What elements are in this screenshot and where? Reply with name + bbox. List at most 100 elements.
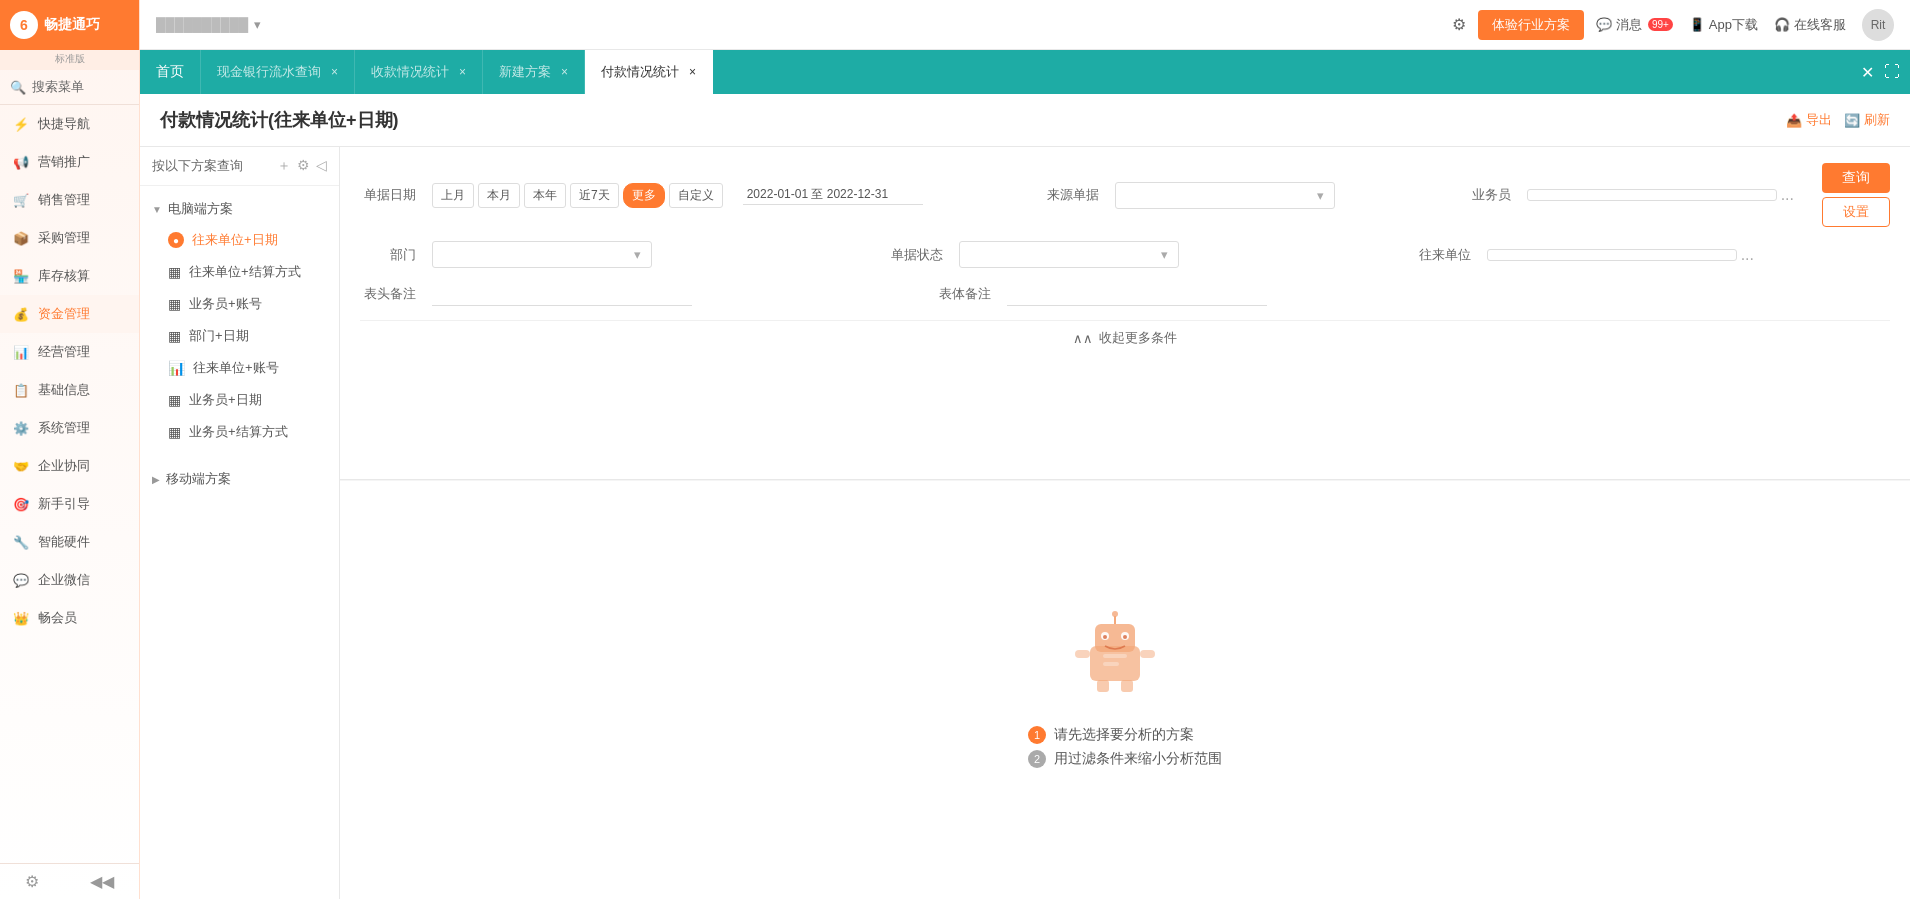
empty-tip-2: 2 用过滤条件来缩小分析范围 xyxy=(1028,750,1222,768)
refresh-button[interactable]: 🔄 刷新 xyxy=(1844,111,1890,129)
sidebar-item-operation[interactable]: 📊 经营管理 xyxy=(0,333,139,371)
tab-payment[interactable]: 付款情况统计 × xyxy=(585,50,713,94)
header-note-label: 表头备注 xyxy=(360,285,416,303)
tab-bank[interactable]: 现金银行流水查询 × xyxy=(201,50,355,94)
inventory-icon: 🏪 xyxy=(12,267,30,285)
sidebar-item-label: 营销推广 xyxy=(38,153,90,171)
tab-new-scheme-close[interactable]: × xyxy=(561,65,568,79)
filter-row-1: 单据日期 上月 本月 本年 近7天 更多 自定义 来源单据 xyxy=(360,163,1890,227)
tab-bank-label: 现金银行流水查询 xyxy=(217,63,321,81)
tab-collection-label: 收款情况统计 xyxy=(371,63,449,81)
query-button[interactable]: 查询 xyxy=(1822,163,1890,193)
sidebar-item-enterprise[interactable]: 🤝 企业协同 xyxy=(0,447,139,485)
scheme-item-unit-date[interactable]: ● 往来单位+日期 xyxy=(140,224,339,256)
app-download-action[interactable]: 📱 App下载 xyxy=(1689,16,1758,34)
scheme-item-staff-date[interactable]: ▦ 业务员+日期 xyxy=(140,384,339,416)
sidebar-item-quick-nav[interactable]: ⚡ 快捷导航 xyxy=(0,105,139,143)
dept-arrow-icon: ▾ xyxy=(634,247,641,262)
filter-settings-button[interactable]: 设置 xyxy=(1822,197,1890,227)
dept-select[interactable]: ▾ xyxy=(432,241,652,268)
settings-bottom-icon[interactable]: ⚙ xyxy=(25,872,39,891)
scheme-collapse-icon[interactable]: ◁ xyxy=(316,157,327,175)
sidebar-item-label: 畅会员 xyxy=(38,609,77,627)
scheme-item-unit-settle[interactable]: ▦ 往来单位+结算方式 xyxy=(140,256,339,288)
scheme-panel-icons: ＋ ⚙ ◁ xyxy=(277,157,327,175)
scheme-add-icon[interactable]: ＋ xyxy=(277,157,291,175)
main-area: ██████████ ▾ ⚙ 体验行业方案 💬 消息 99+ 📱 App下载 🎧… xyxy=(140,0,1910,899)
sidebar-item-sales[interactable]: 🛒 销售管理 xyxy=(0,181,139,219)
user-avatar[interactable]: Rit xyxy=(1862,9,1894,41)
date-last-month[interactable]: 上月 xyxy=(432,183,474,208)
staff-select[interactable] xyxy=(1527,189,1777,201)
sidebar-item-guide[interactable]: 🎯 新手引导 xyxy=(0,485,139,523)
tab-home[interactable]: 首页 xyxy=(140,50,201,94)
body-note-input[interactable] xyxy=(1007,282,1267,306)
header-note-input[interactable] xyxy=(432,282,692,306)
scheme-desktop-toggle[interactable]: ▼ 电脑端方案 xyxy=(140,194,339,224)
scheme-item-dept-date[interactable]: ▦ 部门+日期 xyxy=(140,320,339,352)
tab-fullscreen-icon[interactable]: ⛶ xyxy=(1884,63,1900,81)
sidebar-item-label: 采购管理 xyxy=(38,229,90,247)
page-header: 付款情况统计(往来单位+日期) 📤 导出 🔄 刷新 xyxy=(140,94,1910,147)
messages-action[interactable]: 💬 消息 99+ xyxy=(1596,16,1673,34)
operation-icon: 📊 xyxy=(12,343,30,361)
sidebar-item-hardware[interactable]: 🔧 智能硬件 xyxy=(0,523,139,561)
svg-point-7 xyxy=(1112,611,1118,617)
date-this-year[interactable]: 本年 xyxy=(524,183,566,208)
date-7days[interactable]: 近7天 xyxy=(570,183,619,208)
collapse-filter-button[interactable]: ∧∧ 收起更多条件 xyxy=(360,320,1890,355)
breadcrumb-blurred: ██████████ xyxy=(156,17,248,32)
robot-svg xyxy=(1065,606,1165,706)
scheme-settings-icon[interactable]: ⚙ xyxy=(297,157,310,175)
source-label: 来源单据 xyxy=(1043,186,1099,204)
scheme-panel-title: 按以下方案查询 xyxy=(152,157,243,175)
tab-payment-close[interactable]: × xyxy=(689,65,696,79)
tab-new-scheme[interactable]: 新建方案 × xyxy=(483,50,585,94)
topbar-settings-icon[interactable]: ⚙ xyxy=(1452,15,1466,34)
svg-rect-13 xyxy=(1103,662,1119,666)
date-this-month[interactable]: 本月 xyxy=(478,183,520,208)
trial-button[interactable]: 体验行业方案 xyxy=(1478,10,1584,40)
tab-collection[interactable]: 收款情况统计 × xyxy=(355,50,483,94)
sidebar-item-vip[interactable]: 👑 畅会员 xyxy=(0,599,139,637)
staff-dots[interactable]: ... xyxy=(1781,186,1794,204)
purchase-icon: 📦 xyxy=(12,229,30,247)
message-label: 消息 xyxy=(1616,16,1642,34)
source-select[interactable]: ▾ xyxy=(1115,182,1335,209)
tab-collection-close[interactable]: × xyxy=(459,65,466,79)
sidebar-item-basic[interactable]: 📋 基础信息 xyxy=(0,371,139,409)
sidebar-item-purchase[interactable]: 📦 采购管理 xyxy=(0,219,139,257)
logo-area: 6 畅捷通巧 xyxy=(0,0,139,50)
sidebar-item-marketing[interactable]: 📢 营销推广 xyxy=(0,143,139,181)
scheme-item-unit-account[interactable]: 📊 往来单位+账号 xyxy=(140,352,339,384)
status-select[interactable]: ▾ xyxy=(959,241,1179,268)
sidebar-item-finance[interactable]: 💰 资金管理 xyxy=(0,295,139,333)
date-range-input[interactable] xyxy=(743,186,923,205)
staff-label: 业务员 xyxy=(1455,186,1511,204)
sidebar-item-label: 经营管理 xyxy=(38,343,90,361)
enterprise-icon: 🤝 xyxy=(12,457,30,475)
date-more[interactable]: 更多 xyxy=(623,183,665,208)
unit-select[interactable] xyxy=(1487,249,1737,261)
export-button[interactable]: 📤 导出 xyxy=(1786,111,1832,129)
sidebar-item-label: 企业协同 xyxy=(38,457,90,475)
collapse-sidebar-icon[interactable]: ◀◀ xyxy=(90,872,114,891)
sidebar-item-label: 快捷导航 xyxy=(38,115,90,133)
tip-text-1: 请先选择要分析的方案 xyxy=(1054,726,1194,744)
scheme-item-staff-settle[interactable]: ▦ 业务员+结算方式 xyxy=(140,416,339,448)
online-service-action[interactable]: 🎧 在线客服 xyxy=(1774,16,1846,34)
unit-dots[interactable]: ... xyxy=(1741,246,1754,264)
content-body: 按以下方案查询 ＋ ⚙ ◁ ▼ 电脑端方案 ● 往来单位+日期 xyxy=(140,147,1910,899)
tab-close-all-icon[interactable]: ✕ xyxy=(1861,63,1874,82)
tab-bank-close[interactable]: × xyxy=(331,65,338,79)
date-custom[interactable]: 自定义 xyxy=(669,183,723,208)
scheme-item-label: 业务员+日期 xyxy=(189,391,262,409)
scheme-item-staff-account[interactable]: ▦ 业务员+账号 xyxy=(140,288,339,320)
sidebar-item-wechat[interactable]: 💬 企业微信 xyxy=(0,561,139,599)
scheme-mobile-label: 移动端方案 xyxy=(166,470,231,488)
scheme-mobile-toggle[interactable]: ▶ 移动端方案 xyxy=(140,464,339,494)
sidebar-item-system[interactable]: ⚙️ 系统管理 xyxy=(0,409,139,447)
svg-rect-10 xyxy=(1075,650,1090,658)
search-menu[interactable]: 🔍 搜索菜单 xyxy=(0,70,139,105)
sidebar-item-inventory[interactable]: 🏪 库存核算 xyxy=(0,257,139,295)
